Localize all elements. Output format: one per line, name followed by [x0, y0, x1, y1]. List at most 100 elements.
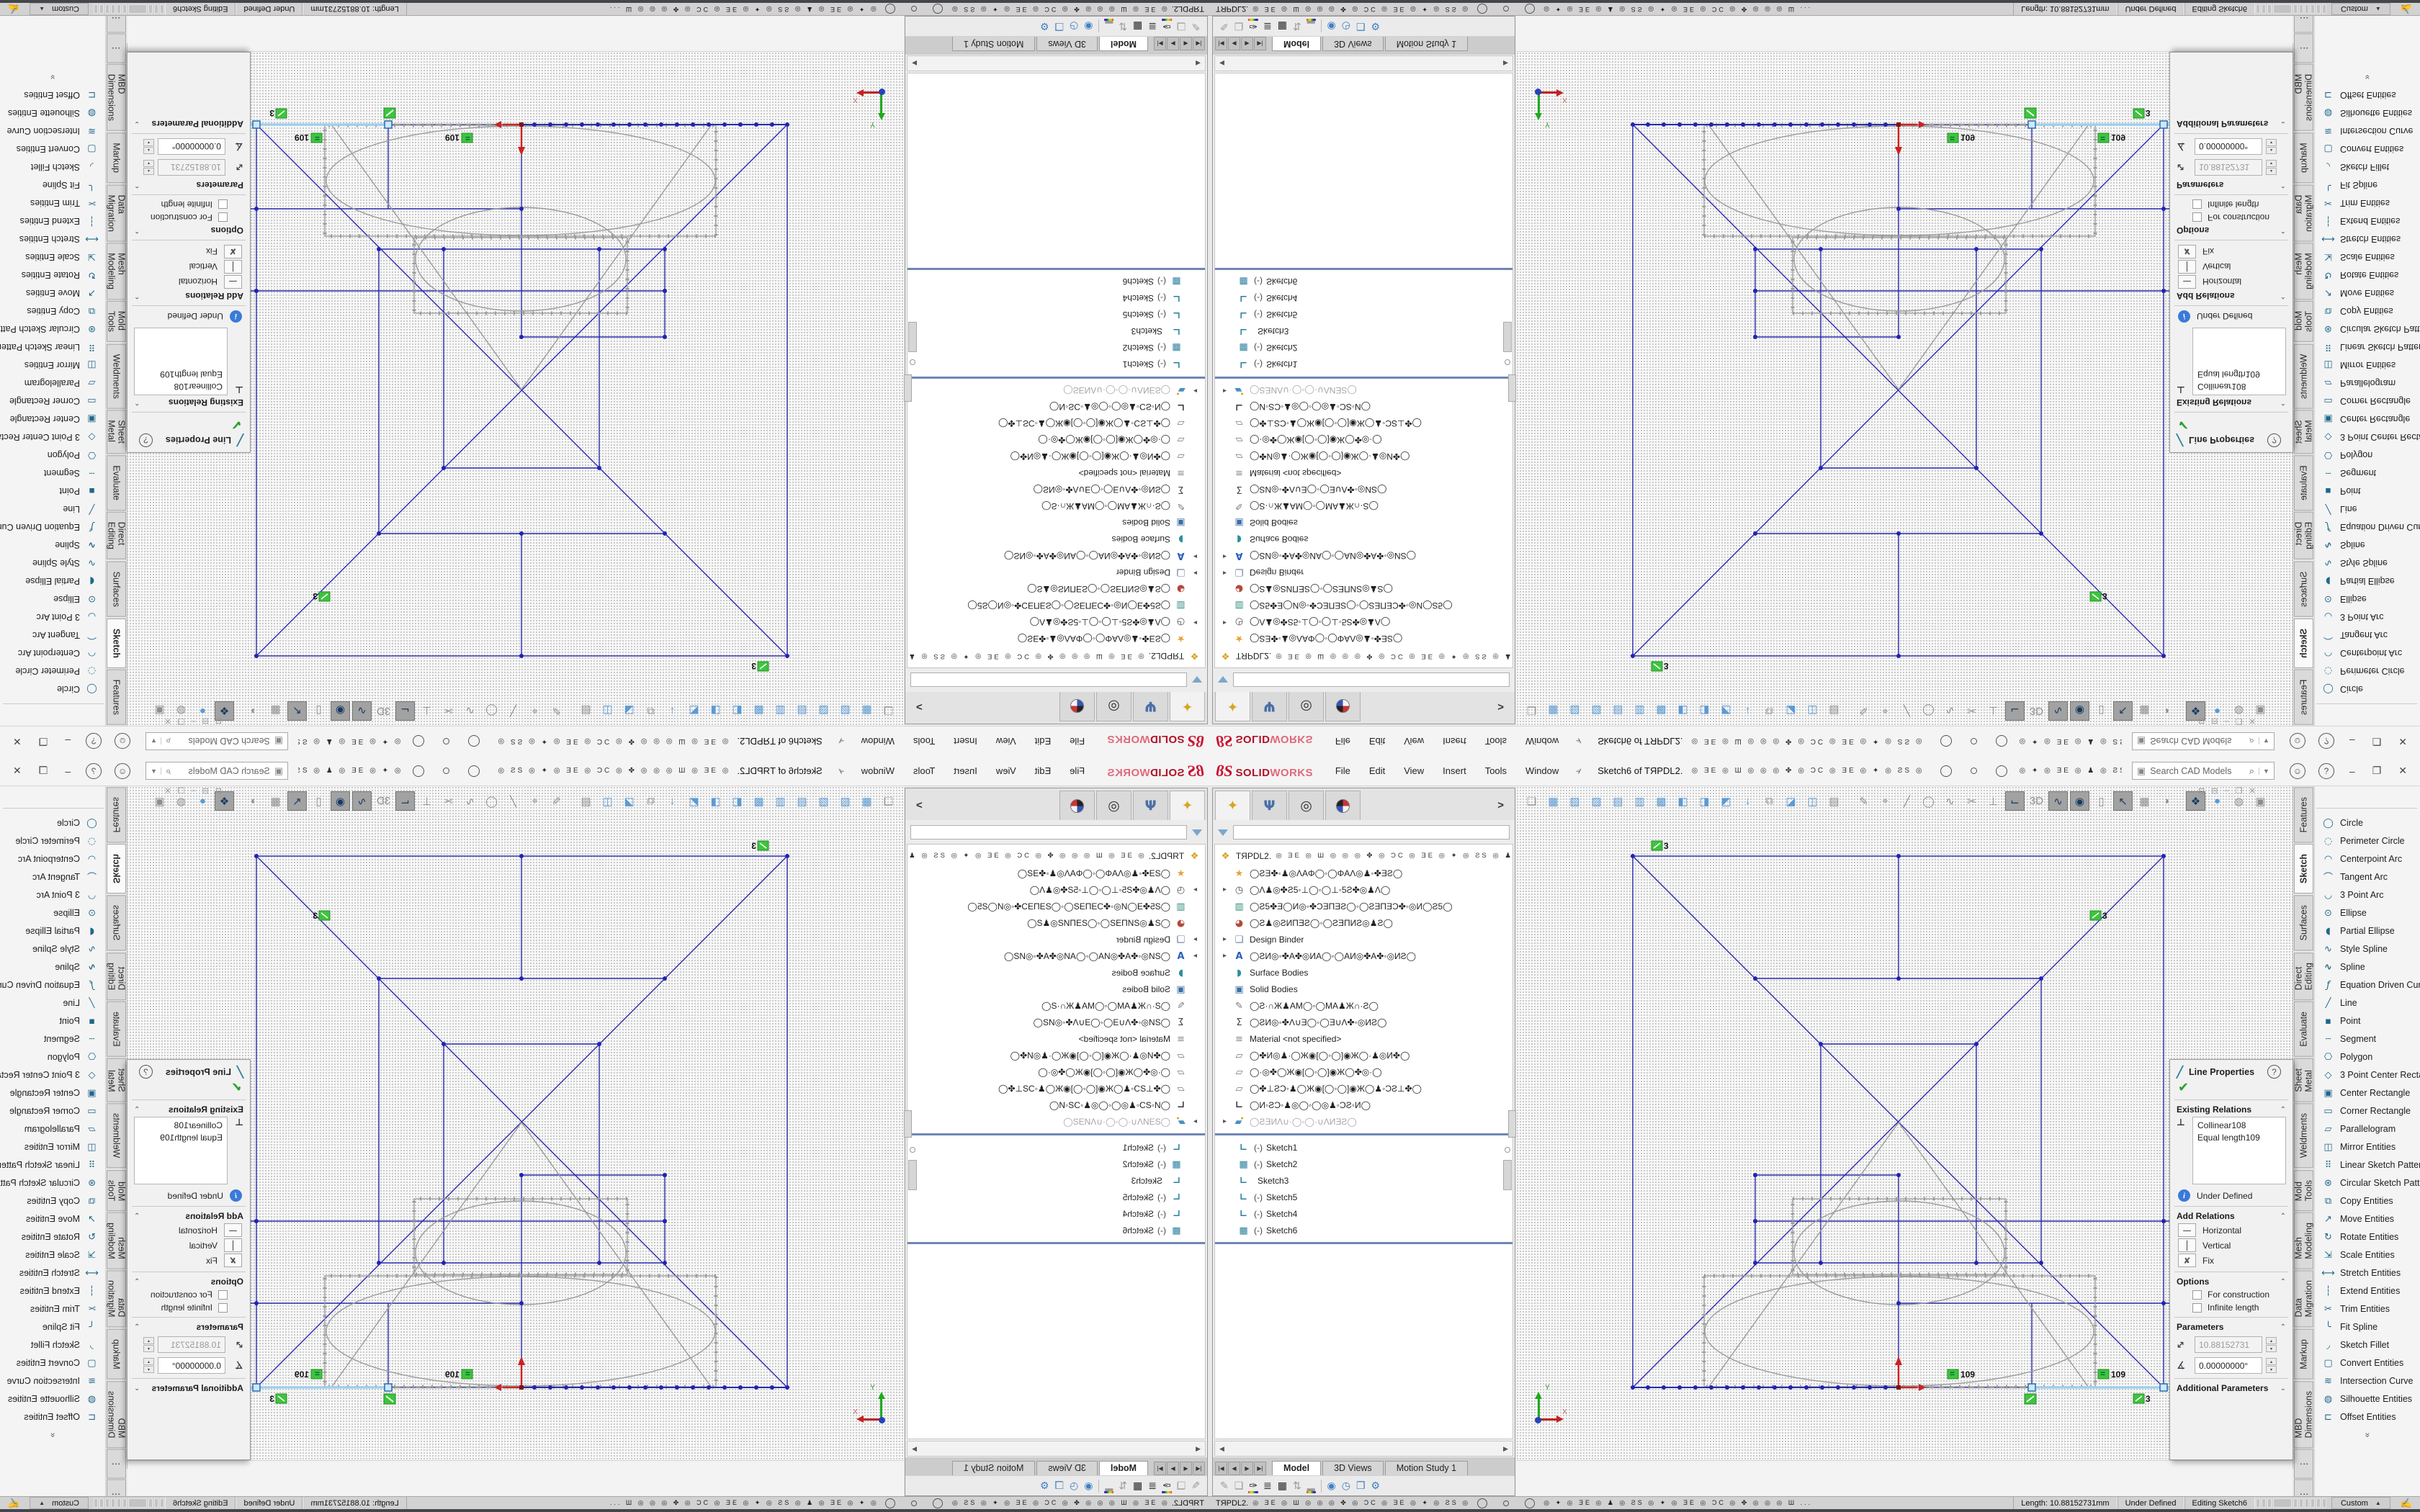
tree-row[interactable]: ◯ƧИ◎◦✤A✤◎ИA◯◦◯AИ◎✤A✤◦◎ИƧ◯ — [908, 948, 1205, 964]
tool-item[interactable]: Segment — [0, 1030, 105, 1048]
collapse-icon[interactable]: ⌃ — [2280, 181, 2286, 189]
command-tab[interactable]: MBD Dimensions — [107, 64, 126, 131]
tool-item[interactable]: Point — [0, 482, 105, 500]
tool-item[interactable]: Spline — [0, 958, 105, 976]
length-spinner[interactable] — [143, 1337, 154, 1352]
toolbar-icon[interactable]: ▤ — [792, 791, 812, 811]
command-tab[interactable]: MBD Dimensions — [107, 1381, 126, 1448]
footer-tool-icon[interactable]: ▦ — [1278, 20, 1287, 32]
collapse-icon[interactable]: ⌃ — [134, 1212, 140, 1220]
command-tab[interactable]: Markup — [2294, 132, 2313, 183]
footer-tool-icon[interactable]: ≣ — [1263, 20, 1272, 32]
menu-item[interactable]: File — [1326, 765, 1360, 776]
toolbar-icon[interactable]: ◫ — [598, 791, 617, 811]
scroll-left-icon[interactable]: ◀ — [1193, 60, 1204, 68]
tool-item[interactable]: Line — [2315, 500, 2420, 518]
pane-splitter-handle[interactable] — [904, 374, 912, 402]
account-icon[interactable]: ☺ — [115, 734, 130, 750]
tool-item[interactable]: Ellipse — [0, 590, 105, 608]
toolbar-icon[interactable]: ▤ — [1608, 791, 1628, 811]
doc-window-control[interactable]: ⊡ — [2198, 716, 2205, 726]
relation-item[interactable]: Collinear108 — [139, 380, 223, 392]
toolbar-icon[interactable]: ◩ — [684, 791, 704, 811]
tree-row[interactable]: ◯Ƨ·∩Ж♟AΜ◯◦◯ΜA♟Ж∩·Ƨ◯ — [908, 498, 1205, 515]
tree-row[interactable]: ◯ƧИ◎◦✤A✤◎ИA◯◦◯AИ◎✤A✤◦◎ИƧ◯ — [1215, 948, 1512, 964]
tool-item[interactable]: Move Entities — [2315, 284, 2420, 302]
toolbar-icon[interactable]: 3D — [374, 701, 393, 721]
sketch-tree-row[interactable]: (-) Sketch5 — [908, 1189, 1205, 1205]
tree-row[interactable]: ◯ƧƎИΛ∪·◯◦◯·∪ΛИƎƧ◯ — [1215, 382, 1512, 399]
tree-row[interactable]: ◯·◎✤◯Ж◉[◯◦◯]◉Ж◯✤◎·◯ — [1215, 432, 1512, 449]
restore-button[interactable]: ❐ — [2365, 765, 2389, 777]
toolbar-icon[interactable]: ↓ — [663, 791, 682, 811]
tree-row[interactable]: ◯Λ♟◎✤Ƨ5◦⊥◯◦◯⊥◦5Ƨ✤◎♟Λ◯ — [1215, 881, 1512, 898]
quick-access-glyphs[interactable]: ◎ ✦ ◎ ƎE ◎ ♟ ◎ ƧS ◎ ✦ ◎ ƎE ◎ ƆC ◎ ✤ ◎ ◎ … — [2019, 737, 2121, 745]
rollback-bar[interactable] — [908, 1242, 1205, 1244]
footer-tool-icon[interactable]: ❒ — [1054, 20, 1064, 32]
checkbox[interactable] — [218, 1303, 228, 1313]
tree-root-row[interactable]: TЯPDL2. ◎ ƎE ◎ Ш ◎ ◎ ◎ ✤ ◎ ƆC ◎ ƎE ◎ ✦ ◎… — [908, 647, 1205, 665]
toolbar-icon[interactable]: ⌙ — [2005, 701, 2025, 721]
angle-spinner[interactable] — [2266, 1358, 2277, 1373]
tab-nav-button[interactable]: ◀ — [1228, 37, 1240, 50]
tool-item[interactable]: 3 Point Center Recta... — [2315, 428, 2420, 446]
search-input[interactable]: ▣ Search CAD Models ⌕ ▼ — [145, 732, 288, 750]
angle-input[interactable]: 0.00000000° — [2195, 138, 2262, 155]
toolbar-icon[interactable]: ◪ — [1781, 791, 1801, 811]
toolbar-icon[interactable]: ▥ — [1630, 791, 1649, 811]
footer-tool-icon[interactable]: ✑ — [1162, 20, 1171, 32]
toolbar-icon[interactable]: ▥ — [1630, 701, 1649, 721]
relation-item[interactable]: Equal length109 — [139, 1132, 223, 1144]
menu-item[interactable]: Window — [1516, 765, 1568, 776]
tool-item[interactable]: Copy Entities — [0, 1192, 105, 1210]
tool-item[interactable]: Partial Ellipse — [2315, 922, 2420, 940]
search-input[interactable]: ▣ Search CAD Models ⌕ ▼ — [145, 762, 288, 780]
search-dropdown-icon[interactable]: ▼ — [151, 738, 161, 745]
command-tab[interactable]: ⋮ — [2294, 1449, 2313, 1479]
tool-item[interactable]: Linear Sketch Pattern — [2315, 1156, 2420, 1174]
tab-nav-button[interactable]: |◀ — [1193, 37, 1205, 50]
tool-item[interactable]: Tangent Arc — [2315, 868, 2420, 886]
command-tab[interactable]: Mesh Modeling — [107, 243, 126, 300]
add-relation-button[interactable]: Horizontal — [134, 1223, 242, 1237]
tool-item[interactable]: Convert Entities — [2315, 140, 2420, 158]
expand-arrow-icon[interactable] — [1191, 935, 1199, 943]
footer-tool-icon[interactable]: ❒ — [1356, 20, 1366, 32]
doc-window-control[interactable]: – — [191, 716, 195, 726]
toolbar-icon[interactable]: ╱ — [1897, 791, 1917, 811]
toolbar-icon[interactable]: ▦ — [857, 791, 877, 811]
footer-tool-icon[interactable]: ⇅ — [1293, 1480, 1301, 1492]
add-relation-button[interactable]: Vertical — [134, 260, 242, 274]
footer-tool-icon[interactable]: ◉ — [1327, 1480, 1336, 1492]
tool-item[interactable]: Offset Entities — [2315, 1408, 2420, 1426]
add-relation-button[interactable]: Fix — [2178, 245, 2286, 258]
panel-help-icon[interactable]: ? — [2267, 433, 2281, 447]
toolbar-icon[interactable]: ∿ — [1940, 791, 1960, 811]
tab-nav-button[interactable]: ▶| — [1254, 1462, 1266, 1475]
footer-tool-icon[interactable]: ◷ — [1342, 1480, 1350, 1492]
tool-item[interactable]: Stretch Entities — [0, 1264, 105, 1282]
tree-row[interactable]: Material <not specified> — [1215, 1030, 1512, 1047]
tool-item[interactable]: Extend Entities — [0, 1282, 105, 1300]
footer-tool-icon[interactable]: ▂ — [1105, 20, 1113, 32]
footer-tool-icon[interactable]: ⇅ — [1293, 20, 1301, 32]
footer-tool-icon[interactable]: ≣ — [1148, 1480, 1157, 1492]
sketch-note-icon[interactable]: ✍ — [8, 4, 19, 15]
relations-list[interactable]: Collinear108Equal length109 — [134, 328, 228, 395]
tool-item[interactable]: Fit Spline — [0, 176, 105, 194]
menu-item[interactable]: View — [987, 736, 1026, 747]
toolbar-icon[interactable]: ◯ — [1919, 701, 1938, 721]
collapse-icon[interactable]: ⌃ — [134, 1323, 140, 1331]
toolbar-dot-icon[interactable] — [1971, 768, 1977, 774]
tree-row[interactable]: ◯ƧИ◎◦✤A✤◎ИA◯◦◯AИ◎✤A✤◦◎ИƧ◯ — [1215, 548, 1512, 564]
sketch-tree-row[interactable]: (-) Sketch1 — [908, 356, 1205, 373]
tree-row[interactable]: Surface Bodies — [1215, 531, 1512, 548]
toolbar-icon[interactable]: 3D — [374, 791, 393, 811]
help-icon[interactable]: ? — [2318, 734, 2334, 750]
toolbar-icon[interactable]: ⊥ — [1984, 791, 2003, 811]
manager-tab[interactable] — [1252, 692, 1287, 721]
tab-nav-button[interactable]: ▶ — [1167, 1462, 1179, 1475]
footer-tool-icon[interactable]: ✎ — [1191, 20, 1200, 32]
command-tab[interactable]: Direct Editing — [107, 512, 126, 559]
option-checkbox-row[interactable]: For construction — [134, 1290, 228, 1300]
